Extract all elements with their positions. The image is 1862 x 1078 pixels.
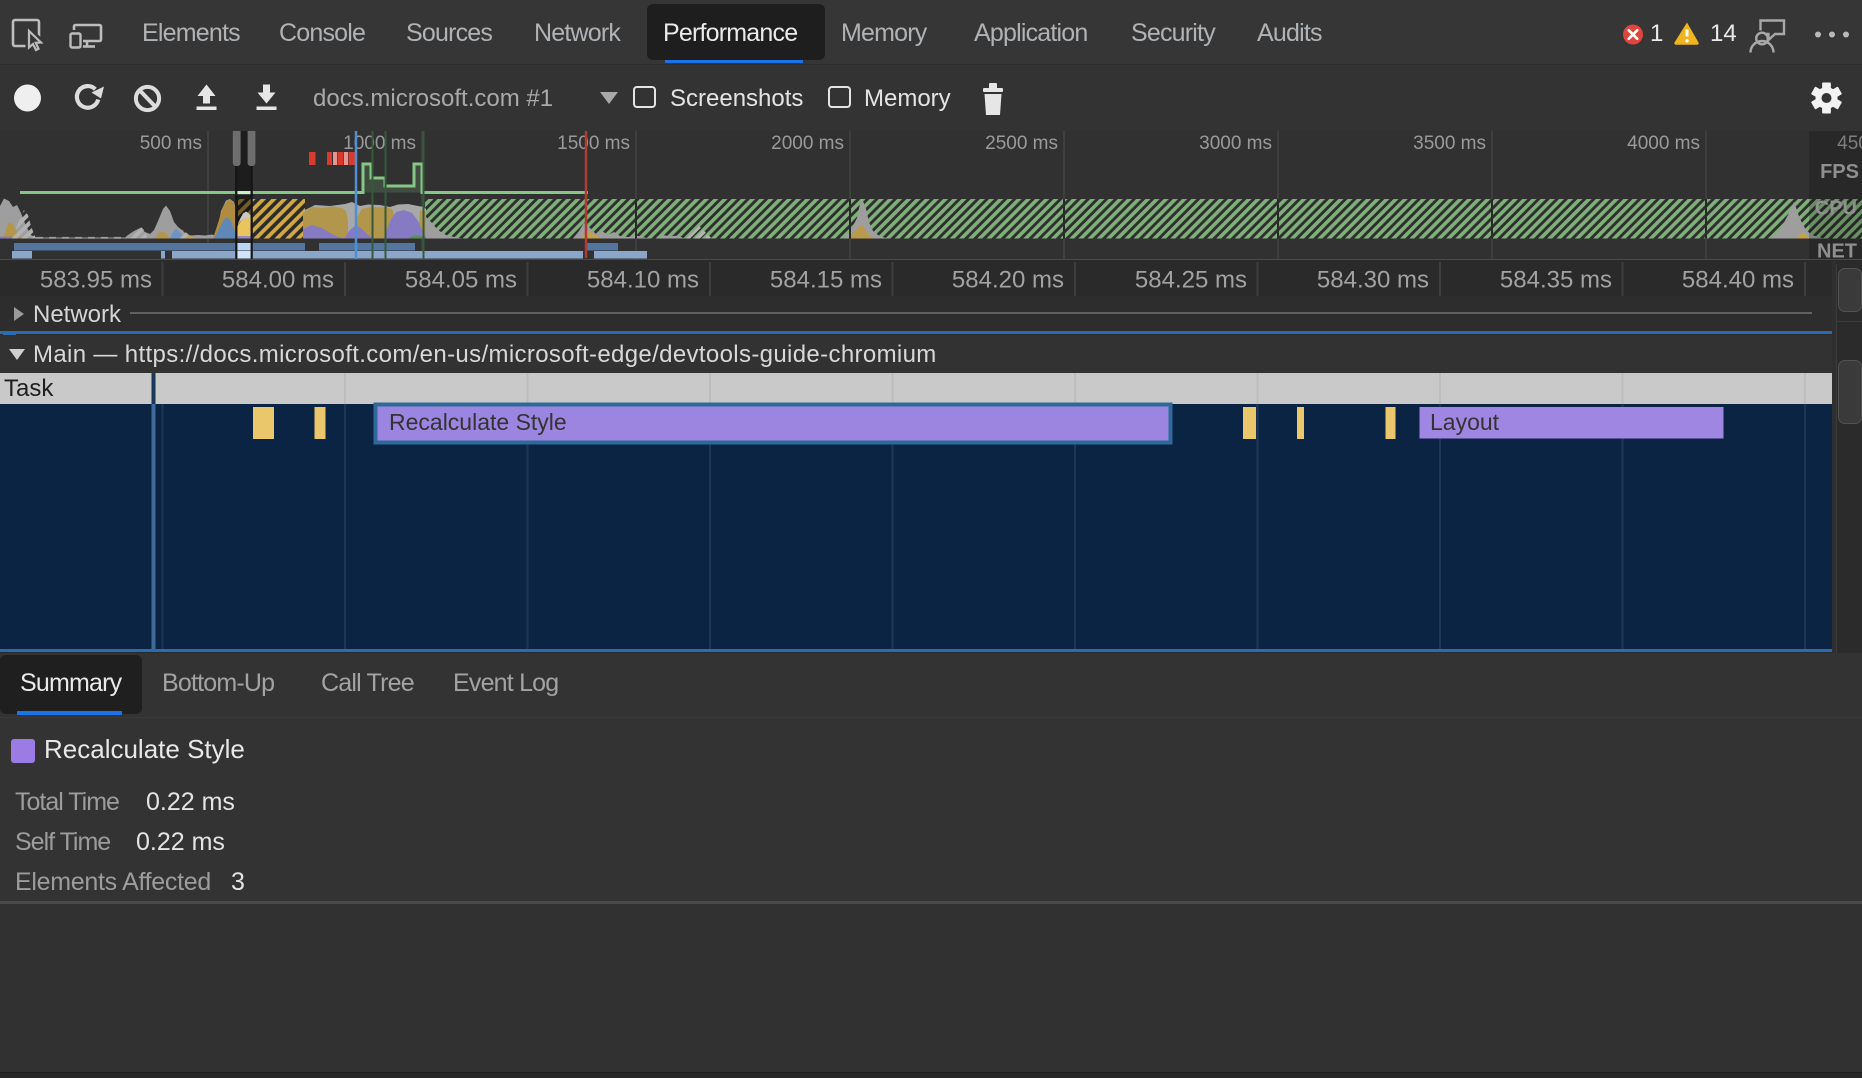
svg-text:Recalculate Style: Recalculate Style xyxy=(389,409,567,435)
svg-text:584.40 ms: 584.40 ms xyxy=(1682,267,1794,294)
svg-text:584.05 ms: 584.05 ms xyxy=(405,267,517,294)
svg-text:2000 ms: 2000 ms xyxy=(771,133,844,154)
svg-text:CPU: CPU xyxy=(1815,198,1857,220)
svg-text:583.95 ms: 583.95 ms xyxy=(40,267,152,294)
svg-text:2500 ms: 2500 ms xyxy=(985,133,1058,154)
svg-text:3500 ms: 3500 ms xyxy=(1413,133,1486,154)
svg-text:1000 ms: 1000 ms xyxy=(343,133,416,154)
svg-text:584.20 ms: 584.20 ms xyxy=(952,267,1064,294)
svg-text:NET: NET xyxy=(1817,241,1857,260)
svg-text:584.35 ms: 584.35 ms xyxy=(1500,267,1612,294)
svg-text:584.00 ms: 584.00 ms xyxy=(222,267,334,294)
svg-text:FPS: FPS xyxy=(1820,161,1859,183)
svg-text:584.10 ms: 584.10 ms xyxy=(587,267,699,294)
svg-text:584.15 ms: 584.15 ms xyxy=(770,267,882,294)
svg-text:584.25 ms: 584.25 ms xyxy=(1135,267,1247,294)
svg-text:584.30 ms: 584.30 ms xyxy=(1317,267,1429,294)
svg-text:Layout: Layout xyxy=(1430,409,1500,435)
svg-text:4000 ms: 4000 ms xyxy=(1627,133,1700,154)
svg-text:500 ms: 500 ms xyxy=(140,133,202,154)
svg-text:3000 ms: 3000 ms xyxy=(1199,133,1272,154)
svg-text:1500 ms: 1500 ms xyxy=(557,133,630,154)
